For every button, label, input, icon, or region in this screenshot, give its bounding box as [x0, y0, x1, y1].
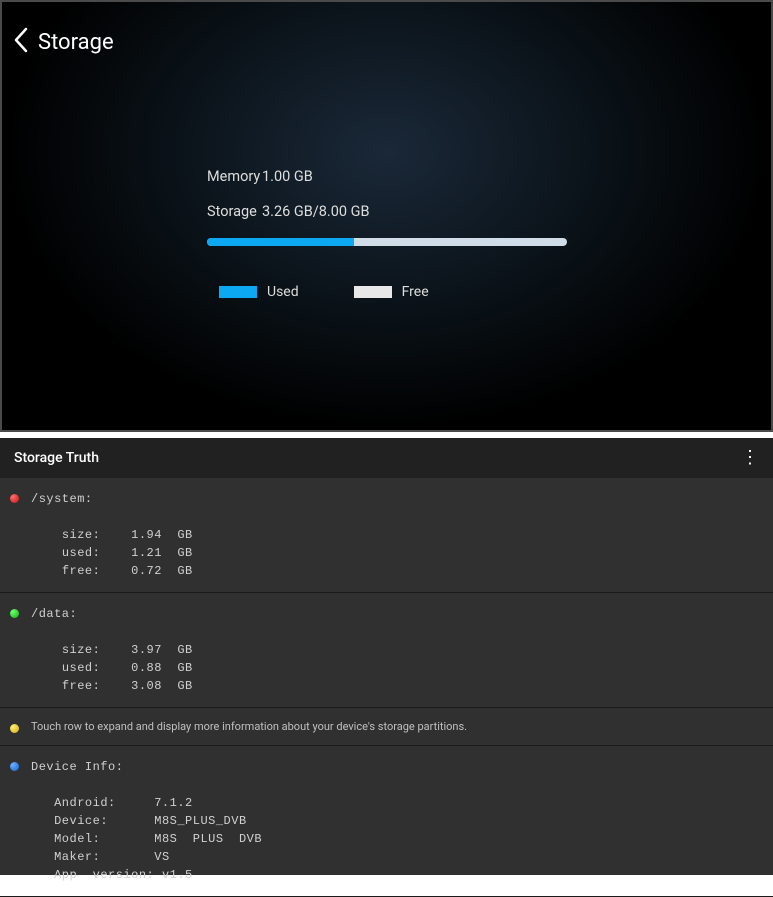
system-partition-text: /system: size: 1.94 GB used: 1.21 GB fre… — [31, 490, 193, 580]
memory-row: Memory 1.00 GB — [207, 168, 771, 185]
hint-text: Touch row to expand and display more inf… — [31, 720, 467, 733]
header: Storage — [2, 2, 771, 83]
storage-row: Storage 3.26 GB/8.00 GB — [207, 203, 771, 220]
used-label: Used — [267, 284, 299, 300]
memory-label: Memory — [207, 168, 262, 185]
red-dot-icon — [10, 494, 19, 503]
legend-used: Used — [219, 284, 299, 300]
used-swatch — [219, 286, 257, 298]
system-partition-row[interactable]: /system: size: 1.94 GB used: 1.21 GB fre… — [0, 478, 773, 593]
legend-free: Free — [354, 284, 429, 300]
free-label: Free — [402, 284, 429, 300]
app-bar: Storage Truth ⋮ — [0, 438, 773, 478]
device-info-text: Device Info: Android: 7.1.2 Device: M8S_… — [31, 758, 262, 884]
storage-settings-panel: Storage Memory 1.00 GB Storage 3.26 GB/8… — [0, 0, 773, 432]
blue-dot-icon — [10, 762, 19, 771]
yellow-dot-icon — [10, 724, 19, 733]
storage-progress-bar — [207, 238, 567, 246]
data-partition-text: /data: size: 3.97 GB used: 0.88 GB free:… — [31, 605, 193, 695]
free-swatch — [354, 286, 392, 298]
storage-truth-panel: Storage Truth ⋮ /system: size: 1.94 GB u… — [0, 438, 773, 875]
app-title: Storage Truth — [14, 450, 99, 466]
storage-progress-fill — [207, 238, 354, 246]
page-title: Storage — [38, 30, 114, 55]
device-info-row[interactable]: Device Info: Android: 7.1.2 Device: M8S_… — [0, 746, 773, 897]
green-dot-icon — [10, 609, 19, 618]
back-icon[interactable] — [12, 27, 30, 58]
hint-row[interactable]: Touch row to expand and display more inf… — [0, 708, 773, 746]
data-partition-row[interactable]: /data: size: 3.97 GB used: 0.88 GB free:… — [0, 593, 773, 708]
storage-value: 3.26 GB/8.00 GB — [262, 203, 370, 220]
storage-content: Memory 1.00 GB Storage 3.26 GB/8.00 GB U… — [2, 83, 771, 300]
overflow-menu-icon[interactable]: ⋮ — [741, 449, 759, 467]
memory-value: 1.00 GB — [262, 168, 313, 185]
legend: Used Free — [219, 284, 771, 300]
storage-label: Storage — [207, 203, 262, 220]
